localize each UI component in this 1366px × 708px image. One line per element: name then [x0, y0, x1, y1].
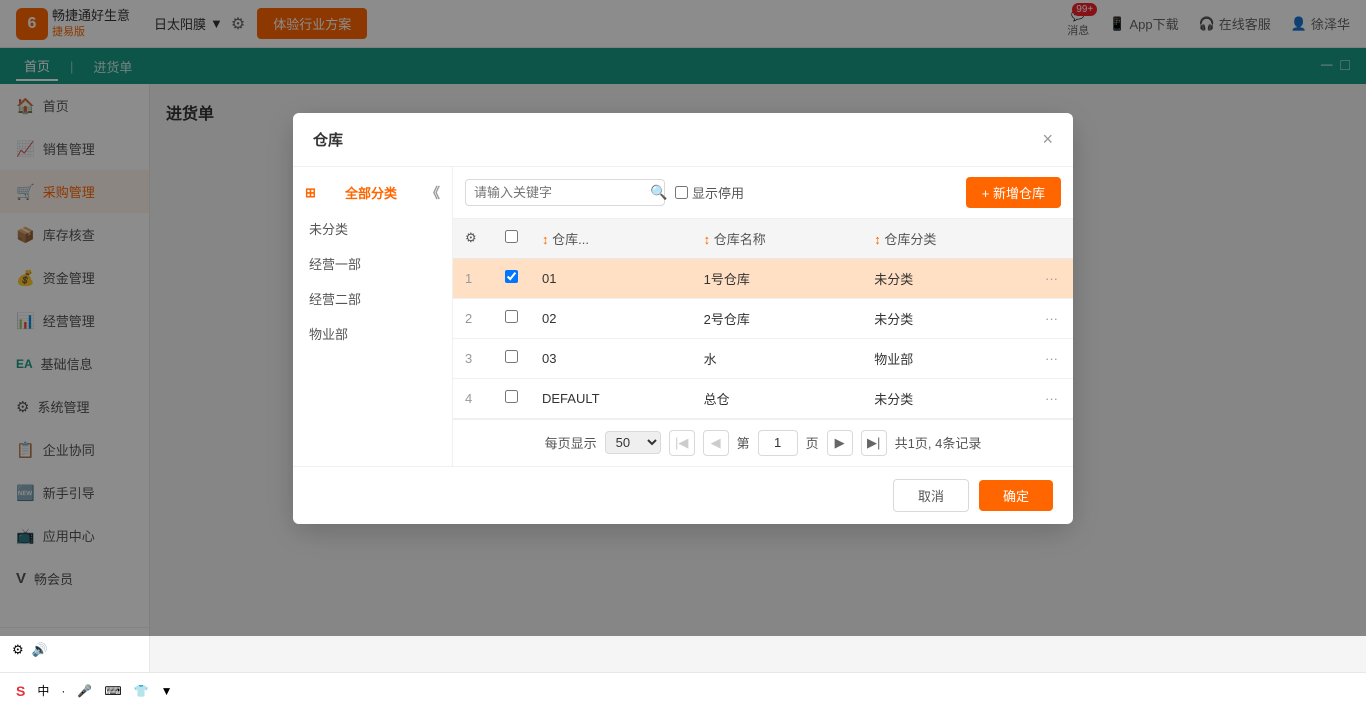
page-last-btn[interactable]: ▶| [861, 430, 887, 456]
row-category: 未分类 [862, 378, 1033, 418]
category-dept1[interactable]: 经营一部 [293, 246, 452, 281]
modal-title: 仓库 [313, 129, 343, 150]
col-category[interactable]: ↕ 仓库分类 [862, 219, 1033, 259]
category-property[interactable]: 物业部 [293, 316, 452, 351]
modal-close-button[interactable]: × [1042, 129, 1053, 150]
row-checkbox-cell [493, 338, 530, 378]
settings-bottom-icon[interactable]: ⚙ [12, 642, 24, 658]
row-checkbox[interactable] [505, 310, 518, 323]
add-warehouse-button[interactable]: + 新增仓库 [966, 177, 1061, 208]
bottom-icon-4[interactable]: ⌨ [104, 684, 121, 698]
table-row[interactable]: 3 03 水 物业部 ··· [453, 338, 1073, 378]
modal-header: 仓库 × [293, 113, 1073, 167]
search-icon[interactable]: 🔍 [650, 184, 667, 201]
page-label: 第 [737, 433, 750, 452]
row-num: 3 [453, 338, 493, 378]
row-checkbox-cell [493, 258, 530, 298]
page-next-btn[interactable]: ▶ [827, 430, 853, 456]
confirm-button[interactable]: 确定 [979, 480, 1053, 511]
row-num: 2 [453, 298, 493, 338]
page-prev-btn[interactable]: ◀ [703, 430, 729, 456]
page-input[interactable] [758, 430, 798, 456]
category-uncategorized[interactable]: 未分类 [293, 211, 452, 246]
row-actions[interactable]: ··· [1033, 378, 1073, 418]
category-dept2[interactable]: 经营二部 [293, 281, 452, 316]
row-actions[interactable]: ··· [1033, 338, 1073, 378]
all-categories-icon: ⊞ [305, 185, 316, 201]
table-row[interactable]: 2 02 2号仓库 未分类 ··· [453, 298, 1073, 338]
bottom-logo: S [16, 683, 25, 699]
bottom-icon-2[interactable]: · [61, 684, 65, 698]
row-name: 水 [692, 338, 863, 378]
row-code: 01 [530, 258, 692, 298]
col-name[interactable]: ↕ 仓库名称 [692, 219, 863, 259]
row-checkbox-cell [493, 298, 530, 338]
row-category: 未分类 [862, 258, 1033, 298]
modal-overlay: 仓库 × ⊞ 全部分类 《 未分类 经营一部 经营二部 [0, 0, 1366, 636]
bottom-icon-1[interactable]: 中 [37, 682, 49, 699]
page-first-btn[interactable]: |◀ [669, 430, 695, 456]
per-page-label: 每页显示 [545, 433, 597, 452]
show-disabled-label[interactable]: 显示停用 [675, 183, 744, 202]
col-code[interactable]: ↕ 仓库... [530, 219, 692, 259]
warehouse-table-panel: 🔍 显示停用 + 新增仓库 ⚙ [453, 167, 1073, 466]
warehouse-table: ⚙ ↕ 仓库... ↕ [453, 219, 1073, 419]
row-name: 2号仓库 [692, 298, 863, 338]
table-toolbar: 🔍 显示停用 + 新增仓库 [453, 167, 1073, 219]
table-row[interactable]: 1 01 1号仓库 未分类 ··· [453, 258, 1073, 298]
search-input[interactable] [474, 185, 650, 200]
modal-footer: 取消 确定 [293, 466, 1073, 524]
row-name: 1号仓库 [692, 258, 863, 298]
row-actions[interactable]: ··· [1033, 258, 1073, 298]
row-code: 03 [530, 338, 692, 378]
col-settings-icon[interactable]: ⚙ [465, 230, 477, 245]
table-header-row: ⚙ ↕ 仓库... ↕ [453, 219, 1073, 259]
bottom-icon-3[interactable]: 🎤 [77, 684, 92, 698]
row-actions[interactable]: ··· [1033, 298, 1073, 338]
volume-icon[interactable]: 🔊 [32, 642, 48, 658]
warehouse-table-wrap: ⚙ ↕ 仓库... ↕ [453, 219, 1073, 419]
col-actions [1033, 219, 1073, 259]
row-checkbox[interactable] [505, 350, 518, 363]
category-panel: ⊞ 全部分类 《 未分类 经营一部 经营二部 物业部 [293, 167, 453, 466]
collapse-icon[interactable]: 《 [426, 183, 440, 203]
per-page-select[interactable]: 50 100 200 [605, 431, 661, 454]
search-wrap: 🔍 [465, 179, 665, 206]
row-category: 物业部 [862, 338, 1033, 378]
pagination: 每页显示 50 100 200 |◀ ◀ 第 页 ▶ ▶| 共1页, 4条记录 [453, 419, 1073, 466]
row-name: 总仓 [692, 378, 863, 418]
row-checkbox-cell [493, 378, 530, 418]
row-code: DEFAULT [530, 378, 692, 418]
col-settings: ⚙ [453, 219, 493, 259]
all-categories-label: 全部分类 [345, 183, 397, 202]
page-unit: 页 [806, 433, 819, 452]
row-checkbox[interactable] [505, 270, 518, 283]
cancel-button[interactable]: 取消 [893, 479, 969, 512]
row-num: 4 [453, 378, 493, 418]
row-checkbox[interactable] [505, 390, 518, 403]
total-info: 共1页, 4条记录 [895, 433, 982, 452]
bottom-icon-6[interactable]: ▼ [161, 684, 173, 698]
row-num: 1 [453, 258, 493, 298]
warehouse-table-body: 1 01 1号仓库 未分类 ··· 2 02 2号仓库 未分类 ··· 3 03… [453, 258, 1073, 418]
warehouse-modal: 仓库 × ⊞ 全部分类 《 未分类 经营一部 经营二部 [293, 113, 1073, 524]
table-row[interactable]: 4 DEFAULT 总仓 未分类 ··· [453, 378, 1073, 418]
bottombar: S 中 · 🎤 ⌨ 👕 ▼ [0, 672, 1366, 708]
bottom-icon-5[interactable]: 👕 [134, 684, 149, 698]
show-disabled-checkbox[interactable] [675, 186, 688, 199]
row-category: 未分类 [862, 298, 1033, 338]
all-categories-header[interactable]: ⊞ 全部分类 《 [293, 175, 452, 211]
modal-body: ⊞ 全部分类 《 未分类 经营一部 经营二部 物业部 [293, 167, 1073, 466]
row-code: 02 [530, 298, 692, 338]
col-checkbox [493, 219, 530, 259]
select-all-checkbox[interactable] [505, 230, 518, 243]
